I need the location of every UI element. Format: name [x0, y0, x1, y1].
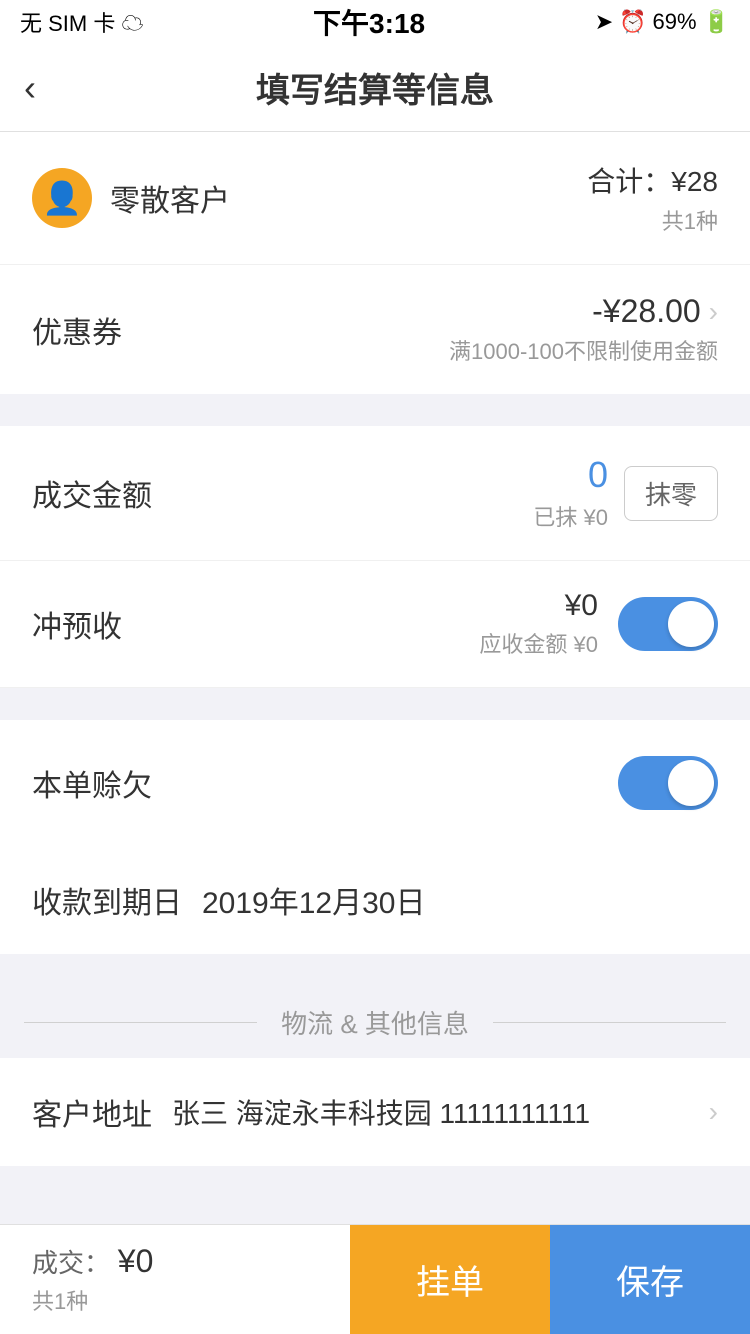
coupon-arrow-icon: ›: [709, 296, 718, 328]
deal-right: 已抹 ¥0 抹零: [488, 454, 718, 532]
due-date-value: 2019年12月30日: [202, 878, 425, 922]
logistics-line-right: [493, 1022, 726, 1023]
credit-toggle[interactable]: [618, 756, 718, 810]
credit-section: 本单赊欠 收款到期日 2019年12月30日: [0, 720, 750, 954]
nav-bar: ‹ 填写结算等信息: [0, 44, 750, 132]
address-section: 客户地址 张三 海淀永丰科技园 11111111111 ›: [0, 1058, 750, 1166]
logistics-label: 物流 & 其他信息: [281, 1004, 469, 1041]
customer-right: 合计：¥28 共1种: [587, 160, 718, 236]
alarm-icon: ⏰: [619, 9, 646, 35]
prepaid-label: 冲预收: [32, 602, 122, 646]
sim-status: 无 SIM 卡 ☁: [20, 6, 143, 38]
deal-label: 成交金额: [32, 471, 152, 515]
back-button[interactable]: ‹: [24, 67, 36, 109]
footer: 成交： ¥0 共1种 挂单 保存: [0, 1224, 750, 1334]
footer-deal-amount: ¥0: [118, 1243, 154, 1279]
footer-deal-label: 成交：: [32, 1248, 110, 1278]
toggle-knob: [668, 601, 714, 647]
coupon-label: 优惠券: [32, 308, 122, 352]
coupon-description: 满1000-100不限制使用金额: [449, 334, 718, 366]
save-button[interactable]: 保存: [550, 1225, 750, 1334]
prepaid-toggle[interactable]: [618, 597, 718, 651]
footer-deal-row: 成交： ¥0: [32, 1243, 318, 1280]
address-label: 客户地址: [32, 1090, 152, 1134]
credit-toggle-knob: [668, 760, 714, 806]
divider-2: [0, 704, 750, 720]
footer-info: 成交： ¥0 共1种: [0, 1243, 350, 1316]
coupon-row[interactable]: 优惠券 -¥28.00 › 满1000-100不限制使用金额: [0, 264, 750, 394]
prepaid-amount-col: ¥0 应收金额 ¥0: [479, 589, 598, 659]
deal-section: 成交金额 已抹 ¥0 抹零 冲预收 ¥0 应收金额 ¥0: [0, 426, 750, 688]
divider-1: [0, 410, 750, 426]
due-date-row: 收款到期日 2019年12月30日: [0, 846, 750, 954]
status-time: 下午3:18: [313, 2, 425, 42]
customer-total: 合计：¥28: [587, 160, 718, 200]
address-value: 张三 海淀永丰科技园 11111111111: [172, 1092, 590, 1132]
credit-row: 本单赊欠: [0, 720, 750, 846]
person-icon: 👤: [42, 179, 82, 217]
round-zero-button[interactable]: 抹零: [624, 466, 718, 521]
divider-3: [0, 970, 750, 986]
deal-sub: 已抹 ¥0: [533, 500, 608, 532]
status-bar: 无 SIM 卡 ☁ 下午3:18 ➤ ⏰ 69% 🔋: [0, 0, 750, 44]
avatar: 👤: [32, 168, 92, 228]
logistics-line-left: [24, 1022, 257, 1023]
prepaid-row: 冲预收 ¥0 应收金额 ¥0: [0, 561, 750, 688]
deal-amount-input[interactable]: [488, 454, 608, 496]
battery-status: 69%: [653, 9, 697, 35]
deal-amount-row: 成交金额 已抹 ¥0 抹零: [0, 426, 750, 561]
credit-label: 本单赊欠: [32, 761, 152, 805]
prepaid-sub: 应收金额 ¥0: [479, 627, 598, 659]
status-right: ➤ ⏰ 69% 🔋: [595, 9, 730, 35]
logistics-header: 物流 & 其他信息: [0, 986, 750, 1058]
customer-count: 共1种: [587, 204, 718, 236]
coupon-discount: -¥28.00: [592, 293, 701, 330]
location-icon: ➤: [595, 9, 613, 35]
footer-count: 共1种: [32, 1284, 318, 1316]
customer-name: 零散客户: [110, 176, 230, 220]
customer-left: 👤 零散客户: [32, 168, 230, 228]
due-date-label: 收款到期日: [32, 878, 182, 922]
prepaid-right: ¥0 应收金额 ¥0: [479, 589, 718, 659]
address-row[interactable]: 客户地址 张三 海淀永丰科技园 11111111111 ›: [0, 1058, 750, 1166]
address-left: 客户地址 张三 海淀永丰科技园 11111111111: [32, 1090, 590, 1134]
address-arrow-icon: ›: [709, 1096, 718, 1128]
hang-button[interactable]: 挂单: [350, 1225, 550, 1334]
customer-row: 👤 零散客户 合计：¥28 共1种: [0, 132, 750, 264]
status-left: 无 SIM 卡 ☁: [20, 6, 143, 38]
battery-icon: 🔋: [703, 9, 730, 35]
prepaid-amount: ¥0: [479, 589, 598, 623]
page-title: 填写结算等信息: [256, 63, 494, 112]
customer-section: 👤 零散客户 合计：¥28 共1种 优惠券 -¥28.00 › 满1000-10…: [0, 132, 750, 394]
deal-amount-col: 已抹 ¥0: [488, 454, 608, 532]
